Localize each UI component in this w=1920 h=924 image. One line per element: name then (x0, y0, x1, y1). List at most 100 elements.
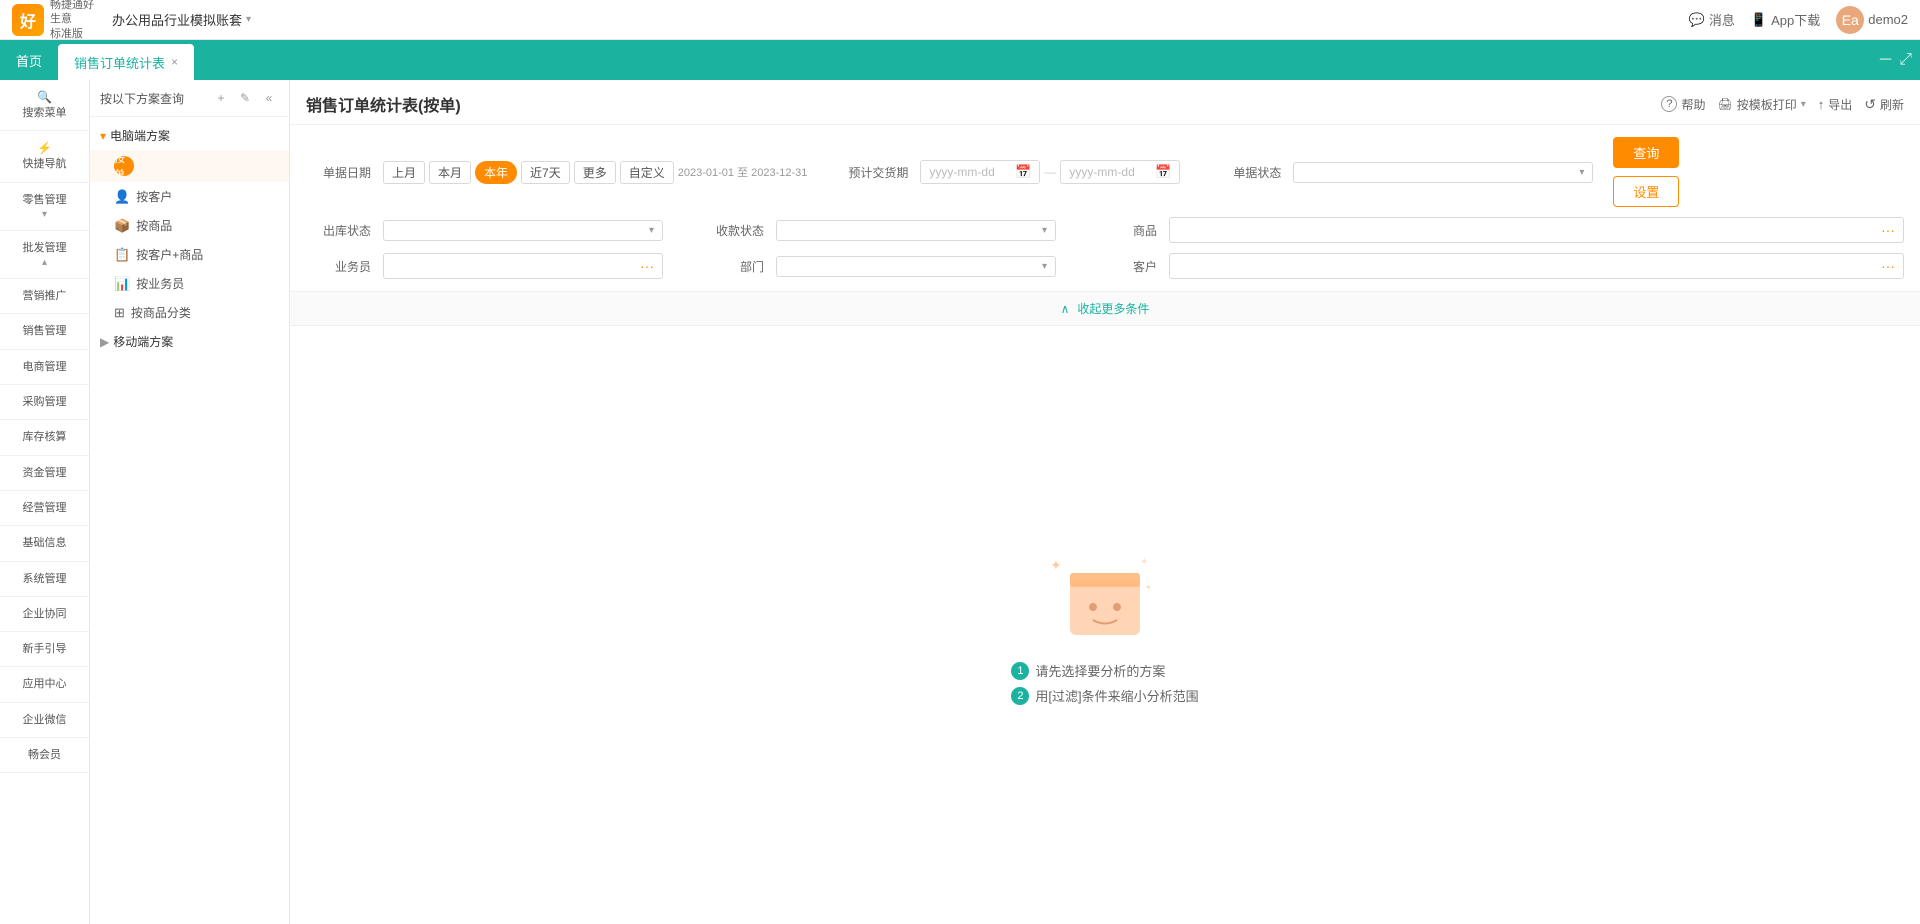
scheme-by-customer-label: 按客户 (136, 188, 172, 205)
left-panel: 按以下方案查询 + ✎ « ▾ 电脑端方案 按单 👤 (90, 80, 290, 924)
date-to-input[interactable]: yyyy-mm-dd 📅 (1060, 160, 1180, 184)
category-icon: ⊞ (114, 305, 125, 321)
calendar-to-icon: 📅 (1155, 164, 1171, 180)
date-from-input[interactable]: yyyy-mm-dd 📅 (920, 160, 1040, 184)
add-scheme-btn[interactable]: + (211, 88, 231, 108)
more-btn[interactable]: 更多 (574, 161, 616, 184)
scheme-by-product-category[interactable]: ⊞ 按商品分类 (90, 298, 289, 327)
tip-1-number: 1 (1011, 662, 1029, 680)
wholesale-arrow-icon: ▴ (42, 257, 47, 268)
sidebar-item-ecommerce[interactable]: 电商管理 (0, 350, 89, 385)
goods-input[interactable]: ··· (1169, 217, 1904, 243)
print-btn[interactable]: 🖨 按模板打印 ▾ (1717, 96, 1805, 113)
scheme-by-customer[interactable]: 👤 按客户 (90, 182, 289, 211)
sidebar-item-enterprise[interactable]: 企业协同 (0, 597, 89, 632)
filter-actions: 查询 设置 (1613, 137, 1679, 207)
outbound-chevron-icon: ▾ (649, 225, 654, 236)
message-btn[interactable]: 💬 消息 (1689, 10, 1735, 29)
expected-date-label: 预计交货期 (843, 164, 908, 181)
last-7-days-btn[interactable]: 近7天 (521, 161, 570, 184)
sidebar-item-newbie[interactable]: 新手引导 (0, 632, 89, 667)
status-select[interactable]: ▾ (1293, 162, 1593, 183)
tab-close-icon[interactable]: × (171, 55, 178, 69)
sidebar-item-marketing[interactable]: 营销推广 (0, 279, 89, 314)
maximize-btn[interactable]: ⤢ (1899, 51, 1912, 69)
tab-home[interactable]: 首页 (0, 40, 58, 80)
refresh-label: 刷新 (1880, 96, 1904, 113)
sidebar-item-app-center[interactable]: 应用中心 (0, 667, 89, 702)
help-btn[interactable]: ? 帮助 (1661, 96, 1705, 113)
app-icon: 📱 (1751, 12, 1767, 28)
this-month-btn[interactable]: 本月 (429, 161, 471, 184)
scheme-by-order[interactable]: 按单 (90, 150, 289, 182)
sidebar-item-operations[interactable]: 经营管理 (0, 491, 89, 526)
refresh-btn[interactable]: ↺ 刷新 (1864, 96, 1904, 113)
custom-btn[interactable]: 自定义 (620, 161, 674, 184)
minimize-btn[interactable]: ─ (1880, 51, 1891, 69)
scheme-by-product[interactable]: 📦 按商品 (90, 211, 289, 240)
salesperson-ellipsis-icon[interactable]: ··· (640, 258, 654, 274)
avatar: Ea (1836, 6, 1864, 34)
date-range-text: 2023-01-01 至 2023-12-31 (678, 164, 808, 180)
query-btn[interactable]: 查询 (1613, 137, 1679, 168)
mobile-scheme-parent[interactable]: ▶ 移动端方案 (90, 327, 289, 356)
this-year-btn[interactable]: 本年 (475, 161, 517, 184)
calendar-from-icon: 📅 (1015, 164, 1031, 180)
collapse-chevron-icon: ∧ (1061, 302, 1070, 316)
collapse-more-btn[interactable]: ∧ 收起更多条件 (1061, 300, 1150, 317)
app-download-btn[interactable]: 📱 App下载 (1751, 10, 1820, 29)
scheme-by-customer-product-label: 按客户+商品 (136, 246, 203, 263)
workspace-arrow-icon: ▾ (246, 14, 251, 25)
sidebar-item-system[interactable]: 系统管理 (0, 562, 89, 597)
collapse-panel-btn[interactable]: « (259, 88, 279, 108)
workspace-selector[interactable]: 办公用品行业模拟账套 ▾ (112, 10, 251, 29)
svg-text:✦: ✦ (1050, 557, 1062, 573)
scheme-by-customer-product[interactable]: 📋 按客户+商品 (90, 240, 289, 269)
mobile-scheme-label: 移动端方案 (113, 333, 173, 350)
export-icon: ↑ (1818, 97, 1825, 112)
export-label: 导出 (1828, 96, 1852, 113)
empty-tip-1: 1 请先选择要分析的方案 (1011, 661, 1198, 680)
tip-2-text: 用[过滤]条件来缩小分析范围 (1035, 686, 1198, 705)
goods-ellipsis-icon[interactable]: ··· (1881, 222, 1895, 238)
empty-state: ✦ ✦ ✦ 1 请先选择要分析的方案 2 用[过滤]条件来缩小分析范围 (290, 326, 1920, 924)
user-profile-btn[interactable]: Ea demo2 (1836, 6, 1908, 34)
help-icon: ? (1661, 96, 1677, 112)
sidebar-item-wholesale[interactable]: 批发管理 ▴ (0, 231, 89, 279)
sidebar-item-basic-info[interactable]: 基础信息 (0, 526, 89, 561)
collapse-row: ∧ 收起更多条件 (290, 292, 1920, 326)
page-header: 销售订单统计表(按单) ? 帮助 🖨 按模板打印 ▾ ↑ 导出 (290, 80, 1920, 125)
settings-btn[interactable]: 设置 (1613, 176, 1679, 207)
tip-2-number: 2 (1011, 687, 1029, 705)
mobile-scheme-arrow-icon: ▶ (100, 335, 109, 349)
scheme-by-salesperson[interactable]: 📊 按业务员 (90, 269, 289, 298)
edit-scheme-btn[interactable]: ✎ (235, 88, 255, 108)
department-select[interactable]: ▾ (776, 256, 1056, 277)
date-label: 单据日期 (306, 164, 371, 181)
sidebar-item-inventory[interactable]: 库存核算 (0, 420, 89, 455)
page-area: 按以下方案查询 + ✎ « ▾ 电脑端方案 按单 👤 (90, 80, 1920, 924)
sidebar-item-retail[interactable]: 零售管理 ▾ (0, 183, 89, 231)
customer-ellipsis-icon[interactable]: ··· (1881, 258, 1895, 274)
empty-tip-2: 2 用[过滤]条件来缩小分析范围 (1011, 686, 1198, 705)
outbound-select[interactable]: ▾ (383, 220, 663, 241)
sidebar-item-wechat[interactable]: 企业微信 (0, 703, 89, 738)
sidebar-item-finance[interactable]: 资金管理 (0, 456, 89, 491)
message-icon: 💬 (1689, 12, 1705, 28)
collapse-btn-label: 收起更多条件 (1077, 300, 1149, 317)
payment-select[interactable]: ▾ (776, 220, 1056, 241)
sidebar-item-purchase[interactable]: 采购管理 (0, 385, 89, 420)
retail-arrow-icon: ▾ (42, 209, 47, 220)
customer-input[interactable]: ··· (1169, 253, 1904, 279)
sidebar-item-membership[interactable]: 畅会员 (0, 738, 89, 773)
export-btn[interactable]: ↑ 导出 (1818, 96, 1853, 113)
prev-month-btn[interactable]: 上月 (383, 161, 425, 184)
sidebar-quick-nav[interactable]: ⚡ 快捷导航 (0, 131, 89, 182)
sidebar-search[interactable]: 🔍 搜索菜单 (0, 80, 89, 131)
salesperson-input[interactable]: ··· (383, 253, 663, 279)
sidebar-item-sales[interactable]: 销售管理 (0, 314, 89, 349)
logo-text: 畅捷通好生意 标准版 (50, 0, 102, 41)
pc-scheme-parent[interactable]: ▾ 电脑端方案 (90, 121, 289, 150)
tab-sales-stats[interactable]: 销售订单统计表 × (58, 44, 194, 80)
top-right-actions: 💬 消息 📱 App下载 Ea demo2 (1689, 6, 1908, 34)
